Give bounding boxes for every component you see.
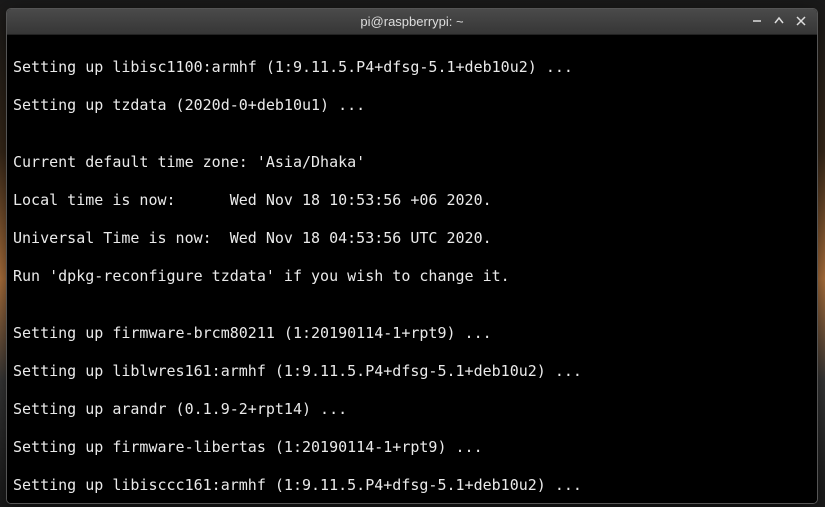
output-line: Setting up libisccc161:armhf (1:9.11.5.P… (13, 476, 811, 495)
output-line: Setting up firmware-libertas (1:20190114… (13, 438, 811, 457)
close-icon (796, 13, 806, 31)
output-line: Setting up liblwres161:armhf (1:9.11.5.P… (13, 362, 811, 381)
maximize-button[interactable] (771, 14, 787, 30)
output-line: Setting up libisc1100:armhf (1:9.11.5.P4… (13, 58, 811, 77)
titlebar[interactable]: pi@raspberrypi: ~ (7, 9, 817, 35)
output-line: Current default time zone: 'Asia/Dhaka' (13, 153, 811, 172)
window-controls (749, 14, 817, 30)
window-title: pi@raspberrypi: ~ (7, 14, 817, 29)
output-line: Universal Time is now: Wed Nov 18 04:53:… (13, 229, 811, 248)
output-line: Setting up arandr (0.1.9-2+rpt14) ... (13, 400, 811, 419)
close-button[interactable] (793, 14, 809, 30)
minimize-button[interactable] (749, 14, 765, 30)
terminal-output[interactable]: Setting up libisc1100:armhf (1:9.11.5.P4… (7, 35, 817, 503)
output-line: Setting up tzdata (2020d-0+deb10u1) ... (13, 96, 811, 115)
minimize-icon (752, 13, 762, 31)
output-line: Local time is now: Wed Nov 18 10:53:56 +… (13, 191, 811, 210)
terminal-window: pi@raspberrypi: ~ Setting up libisc1100:… (6, 8, 818, 504)
maximize-icon (774, 13, 784, 31)
output-line: Run 'dpkg-reconfigure tzdata' if you wis… (13, 267, 811, 286)
output-line: Setting up firmware-brcm80211 (1:2019011… (13, 324, 811, 343)
